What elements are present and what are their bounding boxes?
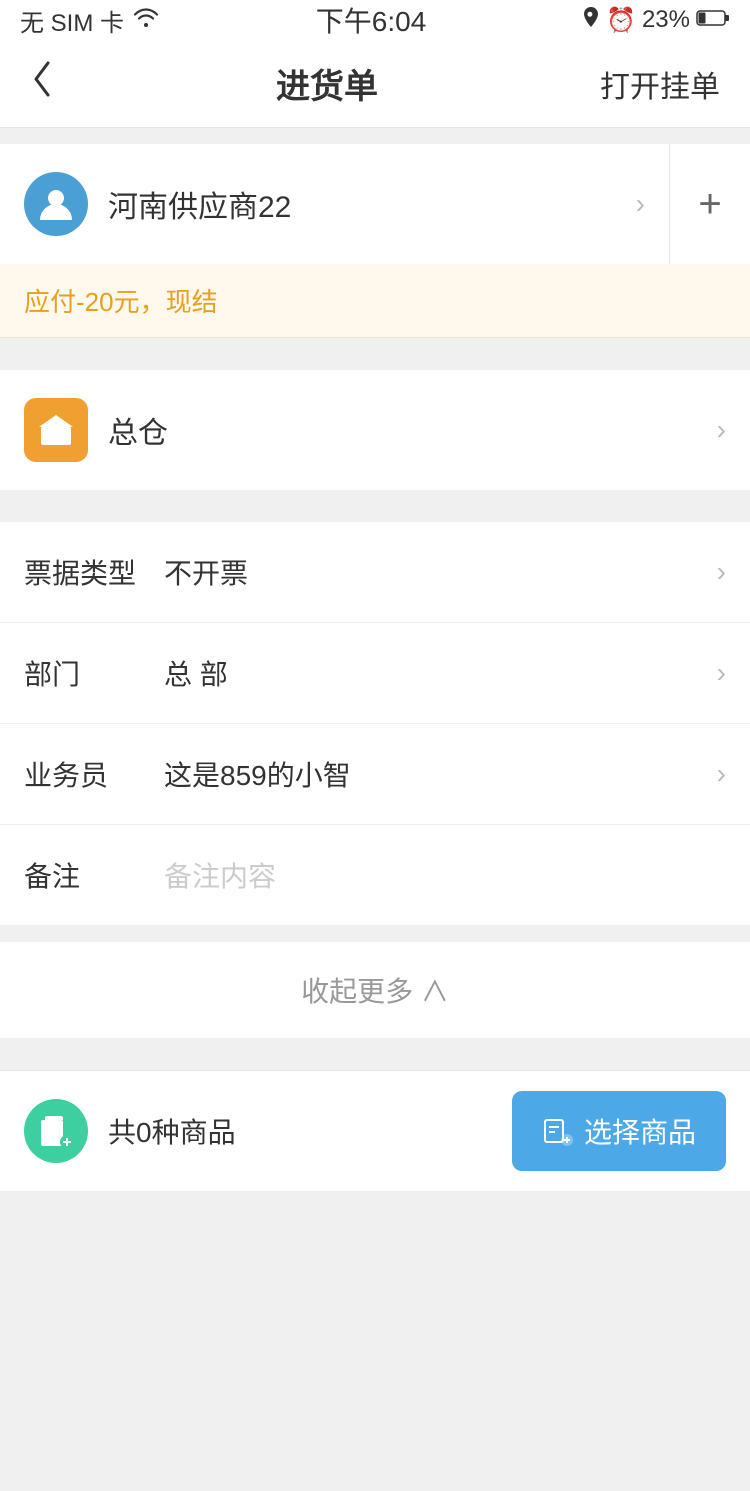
warehouse-row[interactable]: 总仓 ›: [0, 370, 750, 490]
section-gap-4: [0, 1038, 750, 1054]
section-gap-1: [0, 128, 750, 144]
department-chevron-icon: ›: [717, 657, 726, 689]
salesperson-chevron-icon: ›: [717, 758, 726, 790]
notice-text: 应付-20元，现结: [24, 287, 218, 317]
supplier-chevron-icon: ›: [636, 188, 645, 220]
salesperson-row[interactable]: 业务员 这是859的小智 ›: [0, 724, 750, 825]
invoice-type-label: 票据类型: [24, 552, 144, 592]
select-product-button[interactable]: 选择商品: [512, 1091, 726, 1171]
no-sim-text: 无 SIM 卡: [20, 3, 124, 38]
bottom-bar: 共0种商品 选择商品: [0, 1070, 750, 1191]
remark-row[interactable]: 备注 备注内容: [0, 825, 750, 925]
collapse-row[interactable]: 收起更多 ∧: [0, 941, 750, 1038]
salesperson-value: 这是859的小智: [144, 754, 707, 794]
remark-label: 备注: [24, 855, 144, 895]
nav-bar: 进货单 打开挂单: [0, 40, 750, 128]
product-icon: [24, 1099, 88, 1163]
department-value: 总 部: [144, 653, 707, 693]
status-left: 无 SIM 卡: [20, 3, 160, 38]
remark-input[interactable]: 备注内容: [144, 855, 726, 895]
supplier-name: 河南供应商22: [108, 182, 626, 226]
warehouse-icon: [24, 398, 88, 462]
invoice-type-chevron-icon: ›: [717, 556, 726, 588]
department-label: 部门: [24, 653, 144, 693]
salesperson-label: 业务员: [24, 754, 144, 794]
section-gap-3: [0, 490, 750, 506]
warehouse-section: 总仓 ›: [0, 370, 750, 490]
select-product-label: 选择商品: [584, 1111, 696, 1151]
open-pending-button[interactable]: 打开挂单: [600, 62, 720, 106]
supplier-avatar: [24, 172, 88, 236]
battery-percent: 23%: [642, 6, 690, 34]
invoice-type-row[interactable]: 票据类型 不开票 ›: [0, 522, 750, 623]
supplier-section: 河南供应商22 › +: [0, 144, 750, 264]
alarm-icon: ⏰: [606, 6, 636, 35]
status-right: ⏰ 23%: [582, 6, 730, 35]
notice-banner: 应付-20元，现结: [0, 264, 750, 338]
add-supplier-button[interactable]: +: [670, 154, 750, 255]
select-product-icon: [542, 1115, 574, 1147]
product-count-text: 共0种商品: [108, 1111, 512, 1151]
page-background: [0, 1191, 750, 1491]
location-icon: [582, 6, 600, 35]
form-section: 票据类型 不开票 › 部门 总 部 › 业务员 这是859的小智 › 备注 备注…: [0, 522, 750, 925]
warehouse-chevron-icon: ›: [717, 414, 726, 446]
page-title: 进货单: [276, 59, 378, 108]
warehouse-name: 总仓: [108, 408, 707, 452]
status-bar: 无 SIM 卡 下午6:04 ⏰ 23%: [0, 0, 750, 40]
battery-icon: [696, 6, 730, 34]
back-button[interactable]: [30, 59, 54, 108]
department-row[interactable]: 部门 总 部 ›: [0, 623, 750, 724]
supplier-row[interactable]: 河南供应商22 ›: [0, 144, 670, 264]
collapse-button[interactable]: 收起更多 ∧: [301, 970, 449, 1010]
invoice-type-value: 不开票: [144, 552, 707, 592]
wifi-icon: [132, 6, 160, 34]
section-gap-2: [0, 338, 750, 354]
status-time: 下午6:04: [316, 0, 427, 40]
